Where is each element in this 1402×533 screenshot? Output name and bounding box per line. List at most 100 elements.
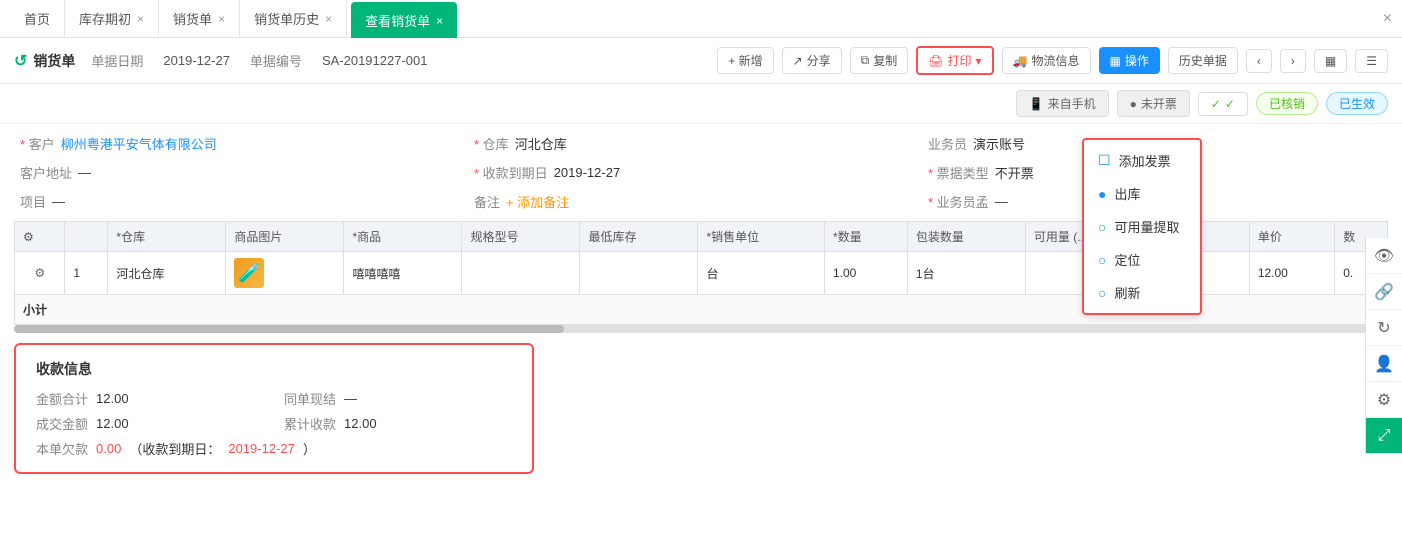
col-pack-qty: 包装数量 — [907, 222, 1025, 252]
tab-sales-history[interactable]: 销货单历史 × — [240, 0, 347, 37]
menu-refresh[interactable]: ○ 刷新 — [1084, 276, 1200, 309]
menu-available-qty[interactable]: ○ 可用量提取 — [1084, 210, 1200, 243]
expand-icon: ⤢ — [1378, 427, 1391, 445]
project-field: 项目 — — [20, 192, 474, 211]
copy-icon: ⧉ — [861, 53, 870, 68]
add-invoice-icon: ☐ — [1098, 152, 1111, 169]
share-icon: ↗ — [793, 54, 803, 68]
side-eye-button[interactable]: 👁 — [1366, 238, 1402, 274]
refresh-circle-icon: ↻ — [1377, 318, 1390, 338]
nav-next-button[interactable]: › — [1280, 49, 1306, 73]
side-settings-button[interactable]: ⚙ — [1366, 382, 1402, 418]
project-value: — — [52, 194, 65, 209]
address-label: 客户地址 — [20, 163, 72, 182]
horizontal-scrollbar[interactable] — [14, 325, 1388, 333]
copy-button[interactable]: ⧉ 复制 — [850, 47, 909, 74]
side-refresh-button[interactable]: ↻ — [1366, 310, 1402, 346]
meta-num-label: 单据编号 — [250, 51, 302, 70]
project-label: 项目 — [20, 192, 46, 211]
tab-sales-order[interactable]: 销货单 × — [159, 0, 240, 37]
col-qty: *数量 — [824, 222, 907, 252]
row-gear[interactable]: ⚙ — [15, 252, 65, 295]
same-order-settlement-field: 同单现结 — — [284, 389, 512, 408]
available-qty-label: 可用量提取 — [1114, 217, 1179, 236]
row-qty: 1.00 — [824, 252, 907, 295]
operation-button[interactable]: ▦ 操作 — [1099, 47, 1160, 74]
user-icon: 👤 — [1374, 354, 1394, 374]
refresh-label: 刷新 — [1114, 283, 1140, 302]
operation-dropdown-menu: ☐ 添加发票 ● 出库 ○ 可用量提取 ○ 定位 ○ 刷新 — [1082, 138, 1202, 315]
effective-button[interactable]: 已生效 — [1326, 92, 1388, 115]
logistics-button[interactable]: 🚚 物流信息 — [1002, 47, 1091, 74]
doc-toolbar: + 新增 ↗ 分享 ⧉ 复制 🖨 打印 ▾ 🚚 物流信息 ▦ 操作 — [717, 46, 1388, 75]
from-phone-button[interactable]: 📱 来自手机 — [1016, 90, 1109, 117]
print-button[interactable]: 🖨 打印 ▾ — [916, 46, 993, 75]
sales-rep-value: — — [995, 194, 1008, 209]
confirm-button[interactable]: ✓ ✓ — [1198, 92, 1248, 116]
action-bar: 📱 来自手机 ● 未开票 ✓ ✓ 已核销 已生效 — [0, 84, 1402, 124]
list-view-button[interactable]: ☰ — [1355, 49, 1388, 73]
print-icon: 🖨 — [928, 54, 943, 68]
tab-close-sales-order[interactable]: × — [218, 12, 225, 26]
locate-label: 定位 — [1114, 250, 1140, 269]
history-button[interactable]: 历史单据 — [1168, 47, 1238, 74]
deal-amount-value: 12.00 — [96, 416, 129, 431]
share-button[interactable]: ↗ 分享 — [782, 47, 842, 74]
doc-type-label: 销货单 — [33, 51, 75, 71]
not-open-invoice-button[interactable]: ● 未开票 — [1117, 90, 1190, 117]
doc-meta: 单据日期 2019-12-27 单据编号 SA-20191227-001 — [91, 51, 701, 70]
operation-grid-icon: ▦ — [1110, 54, 1121, 68]
add-note-button[interactable]: 添加备注 — [506, 192, 569, 211]
cumulative-field: 累计收款 12.00 — [284, 414, 512, 433]
menu-add-invoice[interactable]: ☐ 添加发票 — [1084, 144, 1200, 177]
confirmed-sale-button[interactable]: 已核销 — [1256, 92, 1318, 115]
tab-home[interactable]: 首页 — [10, 0, 65, 37]
owed-label: 本单欠款 — [36, 439, 88, 458]
menu-outbound[interactable]: ● 出库 — [1084, 177, 1200, 210]
doc-title: ↺ 销货单 — [14, 51, 75, 71]
tab-view-sales-order[interactable]: 查看销货单 × — [351, 2, 457, 39]
payment-date-value: 2019-12-27 — [554, 165, 621, 180]
customer-label: 客户 — [20, 134, 55, 153]
col-unit: *销售单位 — [698, 222, 824, 252]
confirm-icon: ✓ — [1211, 97, 1221, 111]
customer-value[interactable]: 柳州粤港平安气体有限公司 — [61, 134, 217, 153]
payment-date-label: 收款到期日 — [474, 163, 548, 182]
menu-locate[interactable]: ○ 定位 — [1084, 243, 1200, 276]
available-qty-icon: ○ — [1098, 219, 1106, 235]
main-content: ↺ 销货单 单据日期 2019-12-27 单据编号 SA-20191227-0… — [0, 38, 1402, 533]
tab-close-view-sales[interactable]: × — [436, 14, 443, 28]
grid-view-button[interactable]: ▦ — [1314, 49, 1347, 73]
outbound-icon: ● — [1098, 186, 1106, 202]
scrollbar-thumb — [14, 325, 564, 333]
add-invoice-label: 添加发票 — [1119, 151, 1171, 170]
total-value: 12.00 — [96, 391, 129, 406]
tab-inventory-init[interactable]: 库存期初 × — [65, 0, 159, 37]
address-field: 客户地址 — — [20, 163, 474, 182]
window-close-button[interactable]: × — [1383, 10, 1392, 28]
ticket-value: 不开票 — [995, 163, 1034, 182]
tab-close-sales-history[interactable]: × — [325, 12, 332, 26]
owed-value: 0.00 — [96, 441, 121, 456]
side-link-button[interactable]: 🔗 — [1366, 274, 1402, 310]
deal-amount-field: 成交金额 12.00 — [36, 414, 264, 433]
side-expand-button[interactable]: ⤢ — [1366, 418, 1402, 454]
address-value: — — [78, 165, 91, 180]
nav-prev-button[interactable]: ‹ — [1246, 49, 1272, 73]
row-index: 1 — [65, 252, 108, 295]
owed-note: （收款到期日： — [129, 439, 220, 458]
payment-info-box: 收款信息 金额合计 12.00 同单现结 — 成交金额 12.00 累计收款 1… — [14, 343, 534, 474]
same-order-settlement-label: 同单现结 — [284, 389, 336, 408]
tab-close-inventory-init[interactable]: × — [137, 12, 144, 26]
new-button[interactable]: + 新增 — [717, 47, 773, 74]
row-spec — [462, 252, 580, 295]
cumulative-label: 累计收款 — [284, 414, 336, 433]
row-pack-qty: 1台 — [907, 252, 1025, 295]
col-product: *商品 — [344, 222, 462, 252]
total-field: 金额合计 12.00 — [36, 389, 264, 408]
row-min-stock — [580, 252, 698, 295]
col-warehouse: *仓库 — [108, 222, 226, 252]
owed-note-close: ） — [303, 439, 316, 458]
side-user-button[interactable]: 👤 — [1366, 346, 1402, 382]
phone-icon: 📱 — [1029, 97, 1044, 111]
